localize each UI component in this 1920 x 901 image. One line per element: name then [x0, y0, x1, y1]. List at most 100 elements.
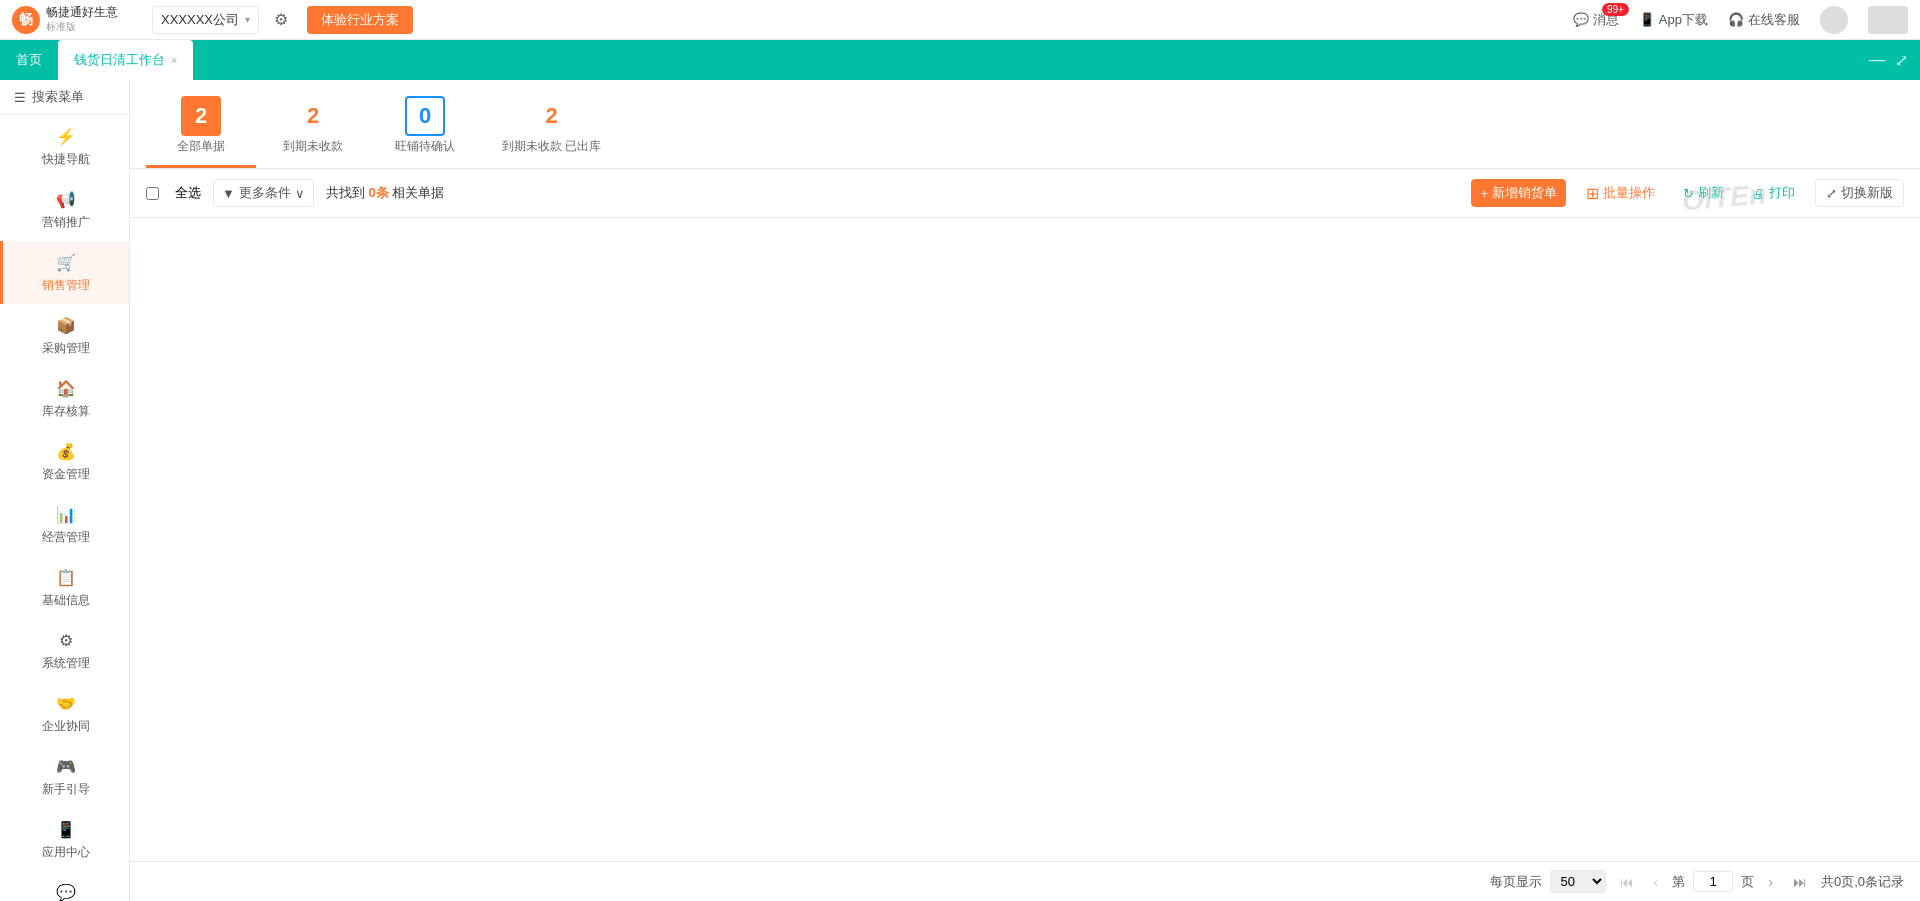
sidebar-item-operation[interactable]: 📊 经营管理 [0, 493, 129, 556]
tab-workbench-label: 钱货日清工作台 [74, 51, 165, 69]
stat-number-all: 2 [181, 96, 221, 136]
online-service-item[interactable]: 🎧 在线客服 [1728, 11, 1800, 29]
app-download-item[interactable]: 📱 App下载 [1639, 11, 1708, 29]
search-icon: ☰ [14, 90, 26, 105]
app-download-icon: 📱 [1639, 12, 1655, 27]
total-label: 共0页,0条记录 [1821, 873, 1904, 891]
first-page-button[interactable]: ⏮ [1614, 872, 1640, 892]
sidebar-item-label: 基础信息 [42, 592, 90, 609]
toolbar: 全选 ▼ 更多条件 ∨ 共找到 0条 相关单据 + 新增销货单 ⊞ 批量操作 ↻ [130, 169, 1920, 218]
enterprise-icon: 🤝 [55, 692, 77, 714]
sidebar-item-basic[interactable]: 📋 基础信息 [0, 556, 129, 619]
print-icon: 🖨 [1752, 186, 1765, 201]
basic-icon: 📋 [55, 566, 77, 588]
sidebar-item-guide[interactable]: 🎮 新手引导 [0, 745, 129, 808]
found-text: 共找到 0条 相关单据 [326, 184, 444, 202]
sidebar-item-quick-nav[interactable]: ⚡ 快捷导航 [0, 115, 129, 178]
main-layout: ☰ 搜索菜单 ⚡ 快捷导航 📢 营销推广 🛒 销售管理 📦 采购管理 🏠 库存核… [0, 80, 1920, 901]
stat-tab-overdue[interactable]: 2 到期未收款 [258, 90, 368, 168]
batch-label: 批量操作 [1603, 184, 1655, 202]
sales-icon: 🛒 [55, 251, 77, 273]
stat-tab-overdue-out[interactable]: 2 到期未收款 已出库 [482, 90, 621, 168]
tab-bar-right: — ⤢ [1869, 51, 1920, 70]
trial-button[interactable]: 体验行业方案 [307, 6, 413, 34]
stat-number-overdue-out: 2 [532, 96, 572, 136]
filter-label: 更多条件 [239, 184, 291, 202]
per-page-label: 每页显示 [1490, 873, 1542, 891]
sidebar-item-label: 系统管理 [42, 655, 90, 672]
batch-operation-button[interactable]: ⊞ 批量操作 [1578, 180, 1663, 207]
switch-version-label: 切换新版 [1841, 184, 1893, 202]
sidebar-item-purchase[interactable]: 📦 采购管理 [0, 304, 129, 367]
company-name: XXXXXX公司 [161, 11, 239, 29]
sidebar-item-label: 库存核算 [42, 403, 90, 420]
found-suffix: 相关单据 [392, 185, 444, 200]
select-all-checkbox[interactable] [146, 187, 159, 200]
sidebar-item-inventory[interactable]: 🏠 库存核算 [0, 367, 129, 430]
refresh-label: 刷新 [1698, 184, 1724, 202]
next-page-button[interactable]: › [1762, 872, 1779, 892]
message-item[interactable]: 💬 消息 99+ [1573, 11, 1619, 29]
filter-button[interactable]: ▼ 更多条件 ∨ [213, 179, 314, 207]
sidebar-item-label: 采购管理 [42, 340, 90, 357]
system-icon: ⚙ [55, 629, 77, 651]
finance-icon: 💰 [55, 440, 77, 462]
refresh-button[interactable]: ↻ 刷新 [1675, 180, 1732, 206]
last-page-button[interactable]: ⏭ [1787, 872, 1813, 892]
stat-label-pending: 旺铺待确认 [395, 138, 455, 155]
stats-tabs: 2 全部单据 2 到期未收款 0 旺铺待确认 2 到期未收款 已出库 [130, 80, 1920, 169]
tab-minimize-btn[interactable]: — [1869, 51, 1885, 69]
print-label: 打印 [1769, 184, 1795, 202]
page-input[interactable] [1693, 871, 1733, 892]
tab-close-icon[interactable]: × [171, 54, 177, 66]
sidebar-item-marketing[interactable]: 📢 营销推广 [0, 178, 129, 241]
inventory-icon: 🏠 [55, 377, 77, 399]
online-service-label: 在线客服 [1748, 11, 1800, 29]
select-all-label: 全选 [175, 184, 201, 202]
sidebar-item-enterprise[interactable]: 🤝 企业协同 [0, 682, 129, 745]
search-menu-item[interactable]: ☰ 搜索菜单 [0, 80, 129, 115]
page-label: 第 [1672, 873, 1685, 891]
logo-text: 畅捷通好生意 [46, 5, 118, 21]
sidebar-item-appstore[interactable]: 📱 应用中心 [0, 808, 129, 871]
quick-nav-icon: ⚡ [55, 125, 77, 147]
message-icon: 💬 [1573, 12, 1589, 27]
batch-icon: ⊞ [1586, 184, 1599, 203]
print-button[interactable]: 🖨 打印 [1744, 180, 1803, 206]
stat-tab-pending[interactable]: 0 旺铺待确认 [370, 90, 480, 168]
guide-icon: 🎮 [55, 755, 77, 777]
company-selector[interactable]: XXXXXX公司 ▾ [152, 6, 259, 34]
app-download-label: App下载 [1659, 11, 1708, 29]
settings-icon[interactable]: ⚙ [267, 6, 295, 34]
sidebar-item-finance[interactable]: 💰 资金管理 [0, 430, 129, 493]
tab-workbench[interactable]: 钱货日清工作台 × [58, 40, 193, 80]
add-sales-order-button[interactable]: + 新增销货单 [1471, 179, 1566, 207]
pagination: 每页显示 50 100 200 ⏮ ‹ 第 页 › ⏭ 共0页,0条记录 [130, 861, 1920, 901]
user-name-area[interactable] [1868, 6, 1908, 34]
appstore-icon: 📱 [55, 818, 77, 840]
sidebar-item-sales[interactable]: 🛒 销售管理 [0, 241, 129, 304]
logo-area: 畅 畅捷通好生意 标准版 [12, 5, 142, 35]
header-right: 💬 消息 99+ 📱 App下载 🎧 在线客服 [1573, 6, 1908, 34]
sidebar-item-label: 资金管理 [42, 466, 90, 483]
sidebar-item-system[interactable]: ⚙ 系统管理 [0, 619, 129, 682]
stat-tab-all[interactable]: 2 全部单据 [146, 90, 256, 168]
sidebar: ☰ 搜索菜单 ⚡ 快捷导航 📢 营销推广 🛒 销售管理 📦 采购管理 🏠 库存核… [0, 80, 130, 901]
filter-chevron-icon: ∨ [295, 186, 305, 201]
sidebar-item-label: 销售管理 [42, 277, 90, 294]
switch-version-button[interactable]: ⤢ 切换新版 [1815, 179, 1904, 207]
stat-label-all: 全部单据 [177, 138, 225, 155]
chevron-down-icon: ▾ [245, 14, 250, 25]
avatar[interactable] [1820, 6, 1848, 34]
sidebar-item-wechat[interactable]: 💬 企业微信 [0, 871, 129, 901]
page-size-select[interactable]: 50 100 200 [1550, 870, 1606, 893]
search-menu-label: 搜索菜单 [32, 88, 84, 106]
tab-maximize-btn[interactable]: ⤢ [1895, 51, 1908, 70]
prev-page-button[interactable]: ‹ [1648, 872, 1665, 892]
top-header: 畅 畅捷通好生意 标准版 XXXXXX公司 ▾ ⚙ 体验行业方案 💬 消息 99… [0, 0, 1920, 40]
stat-number-pending: 0 [405, 96, 445, 136]
tab-home[interactable]: 首页 [0, 40, 58, 80]
sidebar-item-label: 营销推广 [42, 214, 90, 231]
stat-label-overdue: 到期未收款 [283, 138, 343, 155]
page-unit: 页 [1741, 873, 1754, 891]
